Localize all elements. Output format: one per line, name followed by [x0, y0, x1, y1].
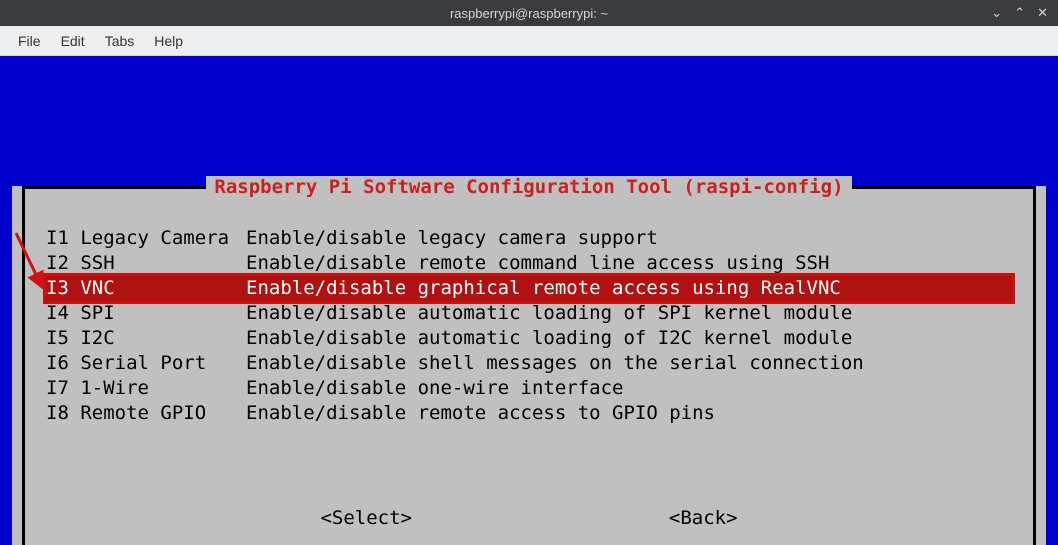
window-title: raspberrypi@raspberrypi: ~: [450, 6, 608, 21]
list-item[interactable]: I5 I2C Enable/disable automatic loading …: [46, 326, 1012, 351]
item-desc: Enable/disable graphical remote access u…: [246, 276, 841, 301]
list-item[interactable]: I8 Remote GPIO Enable/disable remote acc…: [46, 401, 1012, 426]
item-desc: Enable/disable shell messages on the ser…: [246, 351, 864, 376]
window-titlebar: raspberrypi@raspberrypi: ~ ⌄ ⌃ ✕: [0, 0, 1058, 26]
list-item[interactable]: I1 Legacy Camera Enable/disable legacy c…: [46, 226, 1012, 251]
item-code: I3 VNC: [46, 276, 246, 301]
select-button[interactable]: <Select>: [320, 507, 412, 529]
dialog-buttons: <Select> <Back>: [12, 507, 1046, 529]
menu-help[interactable]: Help: [146, 29, 191, 53]
item-desc: Enable/disable automatic loading of I2C …: [246, 326, 852, 351]
interface-options-list: I1 Legacy Camera Enable/disable legacy c…: [46, 226, 1012, 426]
arrow-annotation-icon: [12, 229, 52, 304]
menu-edit[interactable]: Edit: [53, 29, 93, 53]
item-code: I1 Legacy Camera: [46, 226, 246, 251]
list-item[interactable]: I6 Serial Port Enable/disable shell mess…: [46, 351, 1012, 376]
box-border: [1033, 186, 1036, 545]
item-code: I4 SPI: [46, 301, 246, 326]
item-desc: Enable/disable one-wire interface: [246, 376, 624, 401]
item-code: I6 Serial Port: [46, 351, 246, 376]
list-item[interactable]: I4 SPI Enable/disable automatic loading …: [46, 301, 1012, 326]
back-button[interactable]: <Back>: [669, 507, 738, 529]
maximize-icon[interactable]: ⌃: [1014, 5, 1025, 21]
dialog-title: Raspberry Pi Software Configuration Tool…: [206, 176, 851, 198]
minimize-icon[interactable]: ⌄: [991, 5, 1002, 21]
dialog-title-wrap: Raspberry Pi Software Configuration Tool…: [12, 176, 1046, 198]
item-desc: Enable/disable automatic loading of SPI …: [246, 301, 852, 326]
menu-file[interactable]: File: [10, 29, 49, 53]
item-code: I5 I2C: [46, 326, 246, 351]
item-code: I8 Remote GPIO: [46, 401, 246, 426]
window-controls: ⌄ ⌃ ✕: [991, 5, 1048, 21]
list-item[interactable]: I7 1-Wire Enable/disable one-wire interf…: [46, 376, 1012, 401]
item-desc: Enable/disable remote access to GPIO pin…: [246, 401, 715, 426]
list-item-selected[interactable]: I3 VNC Enable/disable graphical remote a…: [43, 273, 1015, 304]
close-icon[interactable]: ✕: [1037, 5, 1048, 21]
raspi-config-dialog: Raspberry Pi Software Configuration Tool…: [12, 186, 1046, 545]
menubar: File Edit Tabs Help: [0, 26, 1058, 56]
item-desc: Enable/disable legacy camera support: [246, 226, 658, 251]
terminal-area: Raspberry Pi Software Configuration Tool…: [0, 56, 1058, 545]
item-code: I7 1-Wire: [46, 376, 246, 401]
menu-tabs[interactable]: Tabs: [97, 29, 143, 53]
